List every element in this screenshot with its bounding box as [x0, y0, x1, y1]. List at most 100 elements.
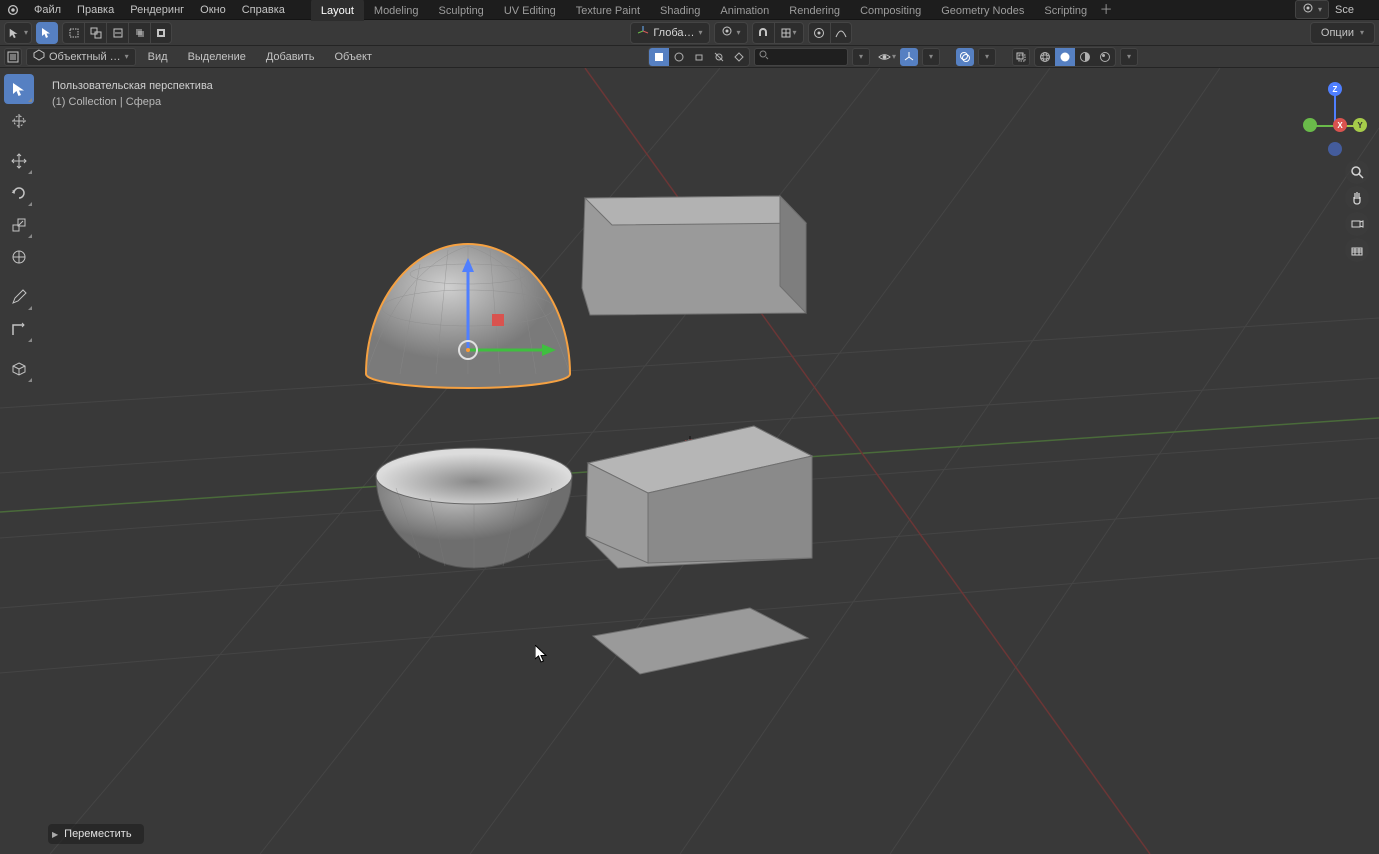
workspace-tab-animation[interactable]: Animation — [710, 0, 779, 21]
tool-select-dropdown[interactable]: ▾ — [4, 22, 32, 44]
tool-add-primitive[interactable] — [4, 354, 34, 384]
menu-window[interactable]: Окно — [192, 0, 234, 20]
pivot-dropdown[interactable]: ▾ — [714, 22, 748, 44]
mode-label: Объектный … — [49, 51, 121, 63]
workspace-tab-geonodes[interactable]: Geometry Nodes — [931, 0, 1034, 21]
viewport-canvas[interactable] — [0, 68, 1379, 854]
menu-file[interactable]: Файл — [26, 0, 69, 20]
mesh-cube-mid[interactable] — [586, 426, 812, 568]
workspace-tab-texture[interactable]: Texture Paint — [566, 0, 650, 21]
selectability-visible[interactable] — [669, 48, 689, 66]
select-subtract-button[interactable] — [106, 22, 128, 44]
tool-options-button[interactable]: Опции ▾ — [1310, 22, 1375, 44]
select-box-button[interactable] — [62, 22, 84, 44]
axis-neg-y[interactable] — [1303, 118, 1317, 132]
select-intersect-button[interactable] — [128, 22, 150, 44]
viewport-header: Объектный … ▾ Вид Выделение Добавить Объ… — [0, 46, 1379, 68]
tool-move[interactable] — [4, 146, 34, 176]
proportional-toggle[interactable] — [808, 22, 830, 44]
filter-dropdown[interactable]: ▾ — [852, 48, 870, 66]
proportional-group — [808, 22, 852, 44]
mesh-cube-top[interactable] — [582, 196, 806, 315]
object-mode-icon — [33, 49, 45, 64]
chevron-down-icon: ▾ — [1360, 28, 1364, 37]
menu-add[interactable]: Добавить — [258, 51, 323, 63]
overlay-dropdown[interactable]: ▾ — [978, 48, 996, 66]
axis-neg-z[interactable] — [1328, 142, 1342, 156]
last-operator-label: Переместить — [64, 828, 131, 840]
menu-help[interactable]: Справка — [234, 0, 293, 20]
tool-scale[interactable] — [4, 210, 34, 240]
selectability-holdout[interactable] — [709, 48, 729, 66]
axis-x[interactable]: X — [1333, 118, 1347, 132]
axis-y[interactable]: Y — [1353, 118, 1367, 132]
workspace-add-button[interactable]: ＋ — [1097, 0, 1115, 20]
menu-render[interactable]: Рендеринг — [122, 0, 192, 20]
snap-toggle[interactable] — [752, 22, 774, 44]
scene-name-field[interactable]: Sce — [1335, 4, 1375, 16]
menu-object[interactable]: Объект — [326, 51, 379, 63]
overlay-toggle[interactable] — [956, 48, 974, 66]
view-visibility-dropdown[interactable]: ▾ — [878, 48, 896, 66]
viewport-info-perspective: Пользовательская перспектива — [52, 78, 213, 94]
axis-z[interactable]: Z — [1328, 82, 1342, 96]
orientation-dropdown[interactable]: Глоба… ▾ — [630, 22, 709, 44]
snap-dropdown[interactable]: ▾ — [774, 22, 804, 44]
header-filter-field[interactable] — [754, 48, 848, 66]
menu-edit[interactable]: Правка — [69, 0, 122, 20]
select-invert-button[interactable] — [150, 22, 172, 44]
menu-view[interactable]: Вид — [140, 51, 176, 63]
chevron-down-icon: ▾ — [793, 28, 797, 37]
nav-zoom[interactable] — [1345, 160, 1369, 184]
nav-camera[interactable] — [1345, 212, 1369, 236]
nav-pan[interactable] — [1345, 186, 1369, 210]
tool-annotate[interactable] — [4, 282, 34, 312]
workspace-tab-rendering[interactable]: Rendering — [779, 0, 850, 21]
tool-header: ▾ Глоба… ▾ ▾ — [0, 20, 1379, 46]
editor-type-dropdown[interactable] — [4, 48, 22, 66]
gizmo-toggle[interactable] — [900, 48, 918, 66]
proportional-falloff[interactable] — [830, 22, 852, 44]
tool-select-box[interactable] — [4, 74, 34, 104]
workspace-tab-scripting[interactable]: Scripting — [1034, 0, 1097, 21]
shading-material[interactable] — [1075, 48, 1095, 66]
xray-toggle[interactable] — [1012, 48, 1030, 66]
nav-gizmo[interactable]: Z Y X — [1301, 78, 1369, 156]
workspace-tab-layout[interactable]: Layout — [311, 0, 364, 21]
shading-dropdown[interactable]: ▾ — [1120, 48, 1138, 66]
mode-dropdown[interactable]: Объектный … ▾ — [26, 48, 136, 66]
select-mode-tweak[interactable] — [36, 22, 58, 44]
gizmo-dropdown[interactable]: ▾ — [922, 48, 940, 66]
tool-rotate[interactable] — [4, 178, 34, 208]
viewport-3d[interactable]: Пользовательская перспектива (1) Collect… — [0, 68, 1379, 854]
selectability-indirect[interactable] — [729, 48, 749, 66]
selectability-render[interactable] — [689, 48, 709, 66]
mesh-plane[interactable] — [593, 608, 808, 674]
selectability-all[interactable] — [649, 48, 669, 66]
select-extend-button[interactable] — [84, 22, 106, 44]
scene-browse-button[interactable]: ▾ — [1295, 0, 1329, 19]
shading-mode-group — [1034, 47, 1116, 67]
tool-cursor[interactable] — [4, 106, 34, 136]
select-mode-group — [62, 22, 172, 44]
disclosure-triangle-icon: ▶ — [52, 830, 58, 839]
workspace-tab-shading[interactable]: Shading — [650, 0, 710, 21]
orientation-label: Глоба… — [653, 27, 694, 39]
menu-select[interactable]: Выделение — [180, 51, 254, 63]
chevron-down-icon: ▾ — [859, 52, 863, 61]
viewport-nav-buttons — [1345, 160, 1373, 262]
mesh-bowl[interactable] — [376, 448, 572, 568]
orientation-icon — [637, 25, 649, 40]
workspace-tab-compositing[interactable]: Compositing — [850, 0, 931, 21]
chevron-down-icon: ▾ — [737, 28, 741, 37]
tool-measure[interactable] — [4, 314, 34, 344]
shading-wireframe[interactable] — [1035, 48, 1055, 66]
tool-transform[interactable] — [4, 242, 34, 272]
workspace-tab-uv[interactable]: UV Editing — [494, 0, 566, 21]
nav-perspective[interactable] — [1345, 238, 1369, 262]
last-operator-panel[interactable]: ▶ Переместить — [48, 824, 144, 844]
workspace-tab-modeling[interactable]: Modeling — [364, 0, 429, 21]
shading-solid[interactable] — [1055, 48, 1075, 66]
workspace-tab-sculpting[interactable]: Sculpting — [429, 0, 494, 21]
shading-rendered[interactable] — [1095, 48, 1115, 66]
